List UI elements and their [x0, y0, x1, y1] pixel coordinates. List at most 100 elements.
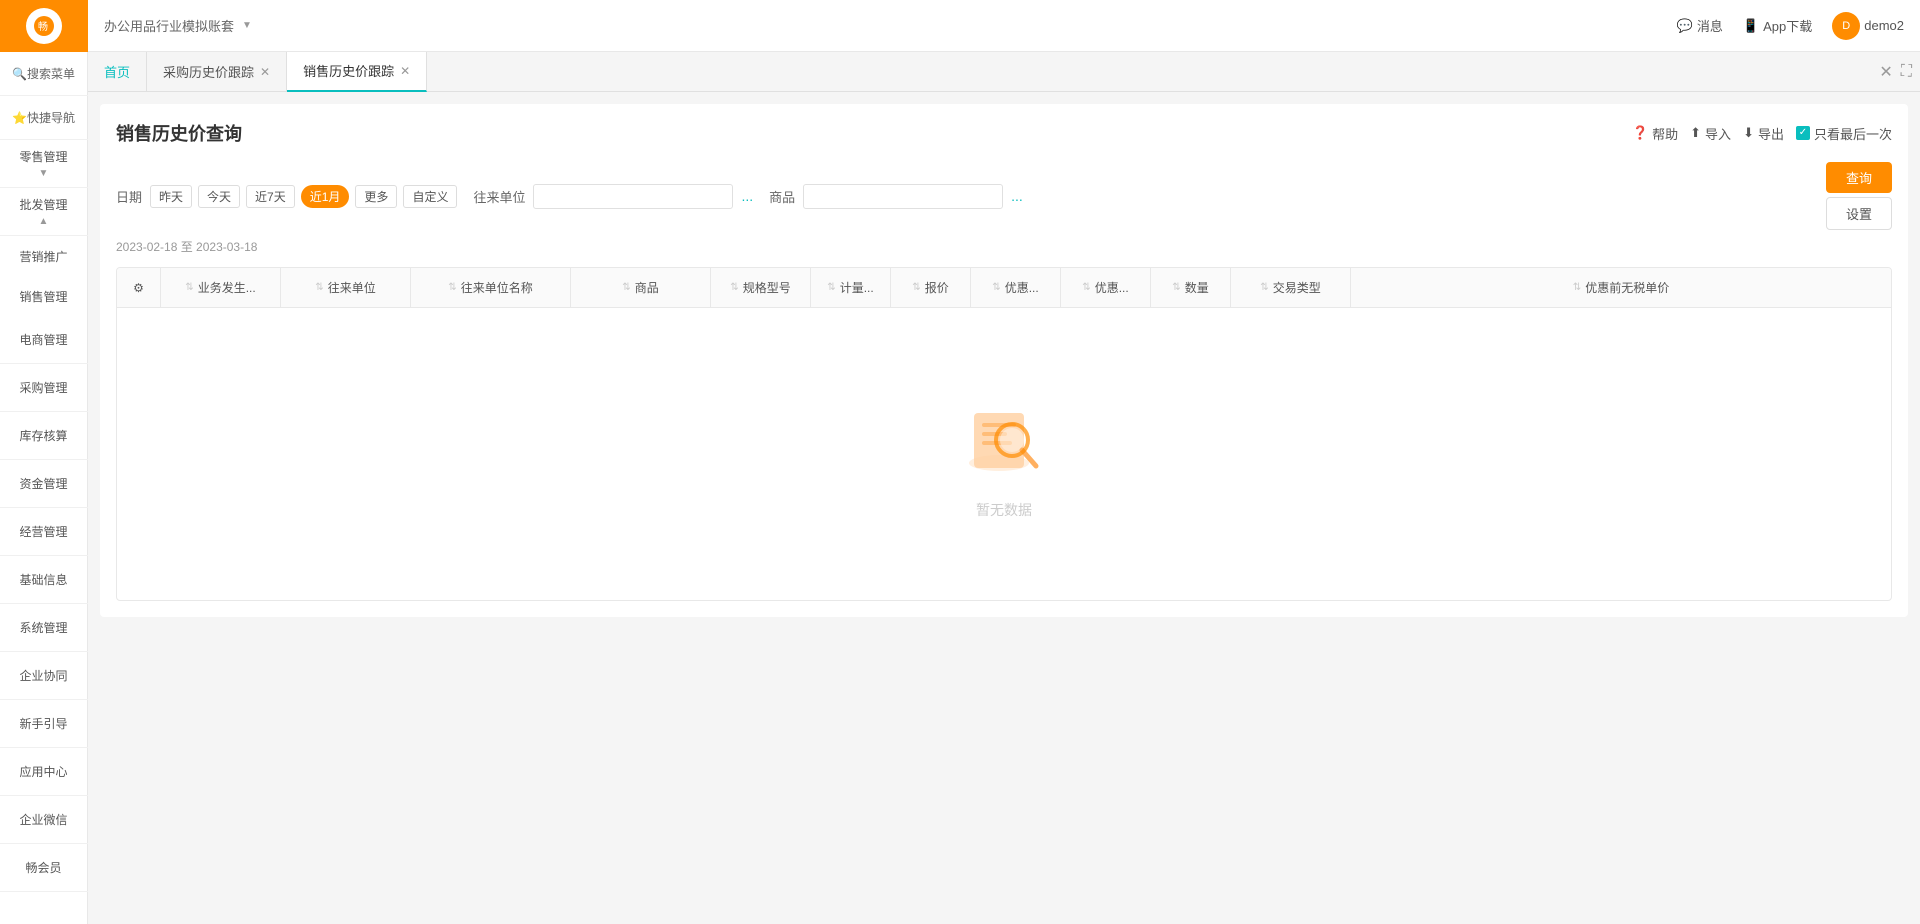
product-label: 商品 — [769, 187, 795, 206]
message-icon: 💬 — [1677, 18, 1693, 34]
export-button[interactable]: ⬇ 导出 — [1743, 124, 1784, 143]
sidebar-item-marketing[interactable]: 营销推广 — [0, 236, 88, 276]
tab-purchase-history[interactable]: 采购历史价跟踪 ✕ — [147, 52, 287, 92]
sort-icon: ⇅ — [315, 282, 323, 293]
sort-icon: ⇅ — [448, 282, 456, 293]
page-title: 销售历史价查询 — [116, 120, 242, 146]
sidebar-item-finance[interactable]: 资金管理 — [0, 460, 88, 508]
th-unit-code[interactable]: ⇅ 往来单位 — [281, 268, 411, 308]
th-qty[interactable]: ⇅ 数量 — [1151, 268, 1231, 308]
chevron-down-icon: ▼ — [39, 168, 49, 179]
sidebar-item-sales[interactable]: 销售管理 — [0, 276, 88, 316]
sort-icon: ⇅ — [827, 282, 835, 293]
date-quick-buttons: 昨天 今天 近7天 近1月 更多 自定义 — [150, 185, 457, 208]
search-button[interactable]: 查询 — [1826, 162, 1892, 193]
date-btn-7days[interactable]: 近7天 — [246, 185, 295, 208]
help-icon: ❓ — [1632, 125, 1648, 141]
sidebar-item-search[interactable]: 🔍 搜索菜单 — [0, 52, 88, 96]
help-button[interactable]: ❓ 帮助 — [1632, 124, 1678, 143]
sort-icon: ⇅ — [1172, 282, 1180, 293]
partner-input[interactable] — [533, 184, 733, 209]
sidebar-item-newbie[interactable]: 新手引导 — [0, 700, 88, 748]
avatar: D — [1832, 12, 1860, 40]
sidebar-item-basic[interactable]: 基础信息 — [0, 556, 88, 604]
partner-label: 往来单位 — [473, 187, 525, 206]
header-actions: 💬 消息 📱 App下载 D demo2 — [1677, 12, 1904, 40]
tab-sales-history[interactable]: 销售历史价跟踪 ✕ — [287, 52, 427, 92]
filter-row: 日期 昨天 今天 近7天 近1月 更多 自定义 往来单位 ... — [116, 162, 1892, 230]
sidebar-item-system[interactable]: 系统管理 — [0, 604, 88, 652]
th-price[interactable]: ⇅ 报价 — [891, 268, 971, 308]
th-discount2[interactable]: ⇅ 优惠... — [1061, 268, 1151, 308]
sidebar-item-purchase[interactable]: 采购管理 — [0, 364, 88, 412]
expand-button[interactable]: ⛶ — [1901, 63, 1912, 81]
export-icon: ⬇ — [1743, 125, 1754, 141]
sort-icon: ⇅ — [992, 282, 1000, 293]
sort-icon: ⇅ — [912, 282, 920, 293]
account-selector[interactable]: 办公用品行业模拟账套 ▼ — [104, 16, 252, 35]
download-icon: 📱 — [1743, 18, 1759, 34]
settings-icon: ⚙ — [133, 281, 144, 295]
account-name: 办公用品行业模拟账套 — [104, 16, 234, 35]
partner-filter-group: 往来单位 ... — [473, 184, 753, 209]
th-product[interactable]: ⇅ 商品 — [571, 268, 711, 308]
th-spec[interactable]: ⇅ 规格型号 — [711, 268, 811, 308]
date-btn-custom[interactable]: 自定义 — [403, 185, 457, 208]
close-tab-button[interactable]: ✕ — [1879, 62, 1892, 82]
th-tax-price[interactable]: ⇅ 优惠前无税单价 — [1351, 268, 1891, 308]
checkbox-icon — [1796, 126, 1810, 140]
date-range-display: 2023-02-18 至 2023-03-18 — [116, 238, 1892, 255]
app-download-button[interactable]: 📱 App下载 — [1743, 16, 1812, 35]
date-label: 日期 — [116, 187, 142, 206]
main-content: 办公用品行业模拟账套 ▼ 💬 消息 📱 App下载 D demo2 首页 采购历… — [88, 0, 1920, 924]
sidebar-item-shortcuts[interactable]: ⭐ 快捷导航 — [0, 96, 88, 140]
th-date[interactable]: ⇅ 业务发生... — [161, 268, 281, 308]
sidebar-item-apps[interactable]: 应用中心 — [0, 748, 88, 796]
column-settings-button[interactable]: 设置 — [1826, 197, 1892, 230]
sidebar-item-enterprise[interactable]: 企业协同 — [0, 652, 88, 700]
chevron-up-icon: ▲ — [39, 216, 49, 227]
data-table: ⚙ ⇅ 业务发生... ⇅ 往来单位 ⇅ 往来单位名称 — [116, 267, 1892, 601]
empty-text: 暂无数据 — [976, 500, 1032, 520]
import-button[interactable]: ⬆ 导入 — [1690, 124, 1731, 143]
th-unit-name[interactable]: ⇅ 往来单位名称 — [411, 268, 571, 308]
app-logo: 畅 — [0, 0, 88, 52]
date-btn-1month[interactable]: 近1月 — [301, 185, 350, 208]
product-input[interactable] — [803, 184, 1003, 209]
sidebar-item-vip[interactable]: 畅会员 — [0, 844, 88, 892]
sidebar-item-inventory[interactable]: 库存核算 — [0, 412, 88, 460]
message-button[interactable]: 💬 消息 — [1677, 16, 1723, 35]
sort-icon: ⇅ — [185, 282, 193, 293]
sort-icon: ⇅ — [1082, 282, 1090, 293]
partner-select-icon[interactable]: ... — [741, 188, 753, 204]
date-btn-today[interactable]: 今天 — [198, 185, 240, 208]
close-sales-tab-icon[interactable]: ✕ — [400, 64, 410, 78]
user-menu[interactable]: D demo2 — [1832, 12, 1904, 40]
sort-icon: ⇅ — [730, 282, 738, 293]
search-icon: 🔍 — [12, 67, 27, 81]
import-icon: ⬆ — [1690, 125, 1701, 141]
sidebar-item-ecommerce[interactable]: 电商管理 — [0, 316, 88, 364]
sort-icon: ⇅ — [622, 282, 630, 293]
page-card: 销售历史价查询 ❓ 帮助 ⬆ 导入 ⬇ 导出 — [100, 104, 1908, 617]
th-settings[interactable]: ⚙ — [117, 268, 161, 308]
page-content: 销售历史价查询 ❓ 帮助 ⬆ 导入 ⬇ 导出 — [88, 92, 1920, 924]
chevron-down-icon: ▼ — [242, 20, 252, 31]
sidebar-item-wholesale[interactable]: 批发管理 ▲ — [0, 188, 88, 236]
th-type[interactable]: ⇅ 交易类型 — [1231, 268, 1351, 308]
only-last-checkbox[interactable]: 只看最后一次 — [1796, 124, 1892, 143]
th-unit[interactable]: ⇅ 计量... — [811, 268, 891, 308]
product-select-icon[interactable]: ... — [1011, 188, 1023, 204]
date-btn-yesterday[interactable]: 昨天 — [150, 185, 192, 208]
tab-home[interactable]: 首页 — [88, 52, 147, 92]
sidebar-item-wechat[interactable]: 企业微信 — [0, 796, 88, 844]
th-discount1[interactable]: ⇅ 优惠... — [971, 268, 1061, 308]
page-title-row: 销售历史价查询 ❓ 帮助 ⬆ 导入 ⬇ 导出 — [116, 120, 1892, 146]
product-filter-group: 商品 ... — [769, 184, 1023, 209]
sidebar-item-retail[interactable]: 零售管理 ▼ — [0, 140, 88, 188]
close-purchase-tab-icon[interactable]: ✕ — [260, 65, 270, 79]
table-header: ⚙ ⇅ 业务发生... ⇅ 往来单位 ⇅ 往来单位名称 — [117, 268, 1891, 308]
sidebar-item-operations[interactable]: 经营管理 — [0, 508, 88, 556]
date-filter-group: 日期 昨天 今天 近7天 近1月 更多 自定义 — [116, 185, 457, 208]
date-btn-more[interactable]: 更多 — [355, 185, 397, 208]
